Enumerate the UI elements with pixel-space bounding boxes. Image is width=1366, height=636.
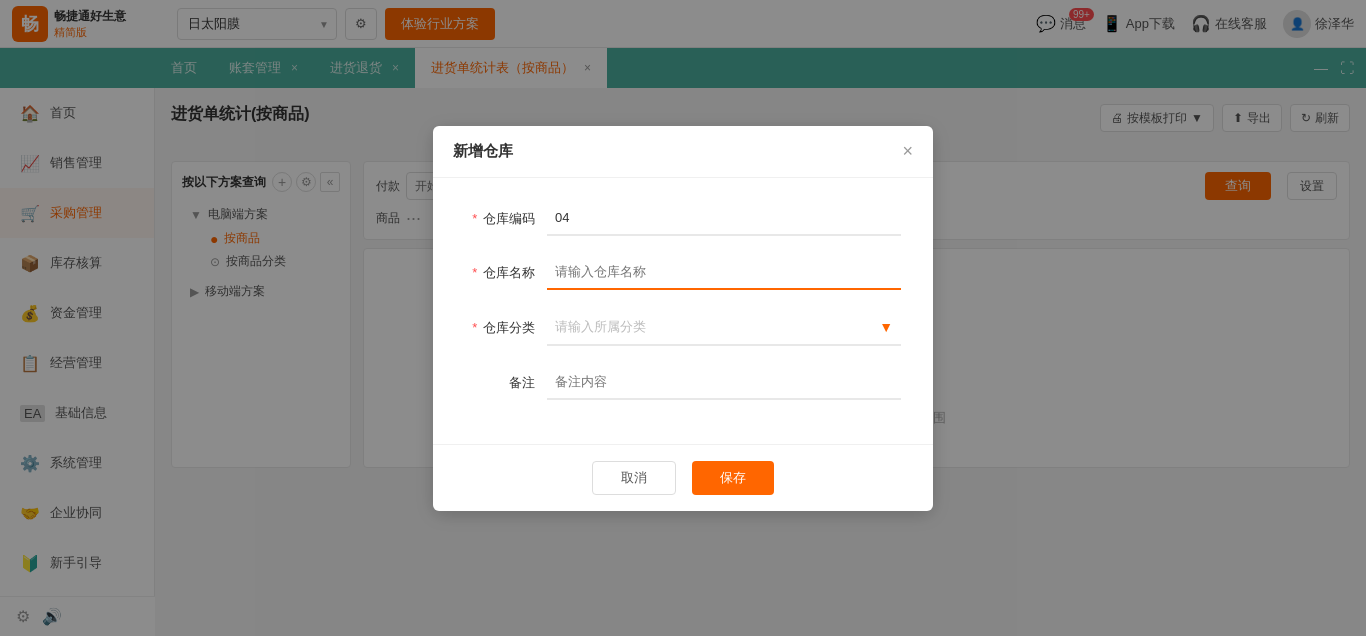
save-button[interactable]: 保存 — [692, 461, 774, 495]
modal-body: * 仓库编码 * 仓库名称 * 仓库分类 — [433, 178, 933, 444]
form-row-code: * 仓库编码 — [465, 202, 901, 236]
category-label: * 仓库分类 — [465, 319, 535, 337]
name-required-star: * — [472, 265, 477, 280]
warehouse-name-input[interactable] — [547, 256, 901, 290]
modal-footer: 取消 保存 — [433, 444, 933, 511]
form-row-remark: 备注 — [465, 366, 901, 400]
modal-close-button[interactable]: × — [902, 142, 913, 160]
cancel-button[interactable]: 取消 — [592, 461, 676, 495]
modal-title: 新增仓库 — [453, 142, 513, 161]
remark-input[interactable] — [547, 366, 901, 400]
form-row-category: * 仓库分类 请输入所属分类 ▼ — [465, 310, 901, 346]
modal-header: 新增仓库 × — [433, 126, 933, 178]
form-row-name: * 仓库名称 — [465, 256, 901, 290]
warehouse-code-input[interactable] — [547, 202, 901, 236]
modal-dialog: 新增仓库 × * 仓库编码 * 仓库名称 — [433, 126, 933, 511]
modal-overlay[interactable]: 新增仓库 × * 仓库编码 * 仓库名称 — [0, 0, 1366, 636]
code-label: * 仓库编码 — [465, 210, 535, 228]
code-required-star: * — [472, 211, 477, 226]
name-label: * 仓库名称 — [465, 264, 535, 282]
warehouse-category-select[interactable]: 请输入所属分类 — [547, 310, 901, 344]
category-required-star: * — [472, 320, 477, 335]
remark-label: 备注 — [465, 374, 535, 392]
category-select-wrapper: 请输入所属分类 ▼ — [547, 310, 901, 346]
